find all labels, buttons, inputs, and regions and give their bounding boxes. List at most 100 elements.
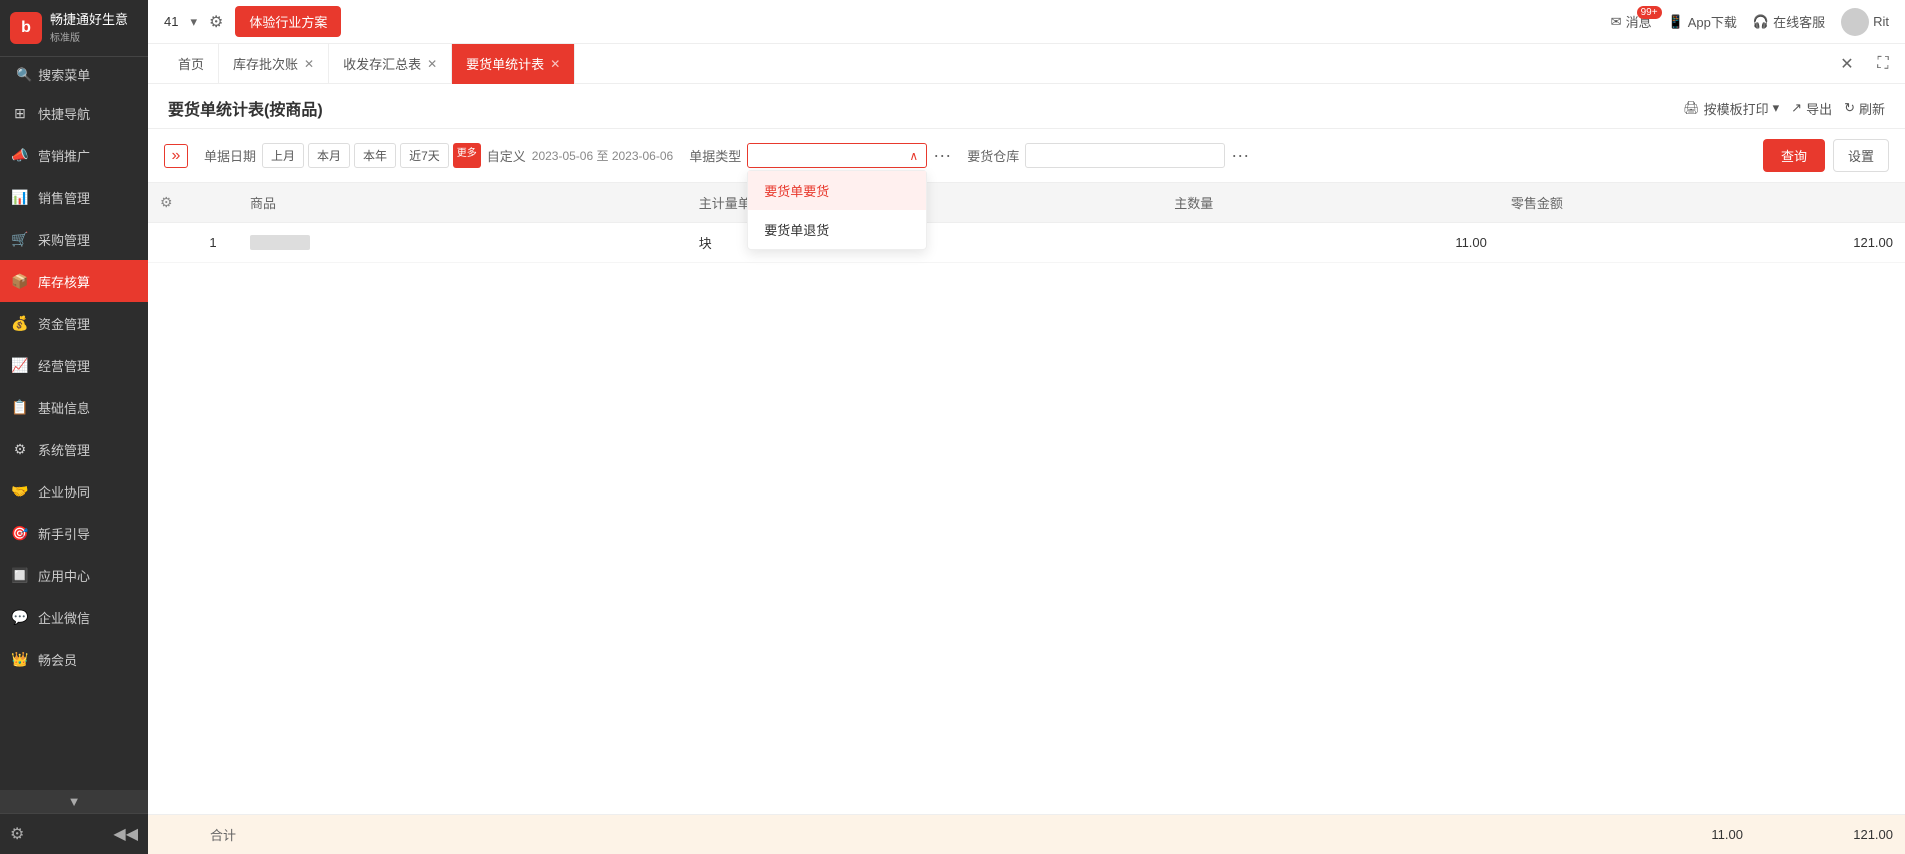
sidebar-scroll-down[interactable]: ▼ bbox=[0, 790, 148, 813]
topbar-dropdown[interactable]: ▾ bbox=[190, 14, 197, 30]
table-row: 1 ██████ 块 11.00 121.00 bbox=[148, 223, 1905, 263]
tab-inventory-batch[interactable]: 库存批次账 ✕ bbox=[219, 44, 329, 84]
tabs-right-actions: ✕ ⛶ bbox=[1833, 50, 1905, 78]
app-logo: b bbox=[10, 12, 42, 44]
search-menu[interactable]: 🔍 搜索菜单 bbox=[0, 57, 148, 92]
tab-receipt-summary[interactable]: 收发存汇总表 ✕ bbox=[329, 44, 452, 84]
app-brand: 畅捷通好生意 标准版 bbox=[50, 12, 128, 44]
sidebar-item-enterprise[interactable]: 🤝 企业协同 bbox=[0, 470, 148, 512]
nav-label: 快捷导航 bbox=[38, 104, 90, 123]
inventory-icon: 📦 bbox=[10, 271, 30, 291]
dropdown-item-label: 要货单要货 bbox=[764, 184, 829, 199]
nav-label: 畅会员 bbox=[38, 650, 77, 669]
sidebar-item-app-center[interactable]: 🔲 应用中心 bbox=[0, 554, 148, 596]
table-settings-gear-icon[interactable]: ⚙ bbox=[160, 194, 173, 210]
type-filter-label: 单据类型 bbox=[689, 146, 741, 165]
date-btn-this-year[interactable]: 本年 bbox=[354, 143, 396, 168]
type-dropdown-arrow-icon: ∧ bbox=[909, 149, 918, 163]
app-download-btn[interactable]: 📱 App下载 bbox=[1668, 12, 1737, 31]
tabs-close-all-icon[interactable]: ✕ bbox=[1833, 50, 1861, 78]
app-download-label: App下载 bbox=[1688, 12, 1737, 31]
date-btn-this-month[interactable]: 本月 bbox=[308, 143, 350, 168]
user-avatar bbox=[1841, 8, 1869, 36]
type-dropdown-wrapper: ∧ 要货单要货 要货单退货 bbox=[747, 143, 927, 168]
export-btn[interactable]: ↗ 导出 bbox=[1791, 99, 1832, 118]
tab-order-stats[interactable]: 要货单统计表 ✕ bbox=[452, 44, 575, 84]
nav-label: 营销推广 bbox=[38, 146, 90, 165]
table-footer: 合计 11.00 121.00 bbox=[148, 814, 1905, 854]
table-area: ⚙ 商品 主计量单位 主数量 零售金额 1 ██████ bbox=[148, 183, 1905, 814]
sidebar-item-sales[interactable]: 📊 销售管理 bbox=[0, 176, 148, 218]
sidebar-item-member[interactable]: 👑 畅会员 bbox=[0, 638, 148, 680]
sidebar-item-operation[interactable]: 📈 经营管理 bbox=[0, 344, 148, 386]
nav-label: 销售管理 bbox=[38, 188, 90, 207]
sidebar-item-wechat[interactable]: 💬 企业微信 bbox=[0, 596, 148, 638]
user-profile[interactable]: Rit bbox=[1841, 8, 1889, 36]
dropdown-item-tuihuo[interactable]: 要货单退货 bbox=[748, 210, 926, 249]
brand-subtitle: 标准版 bbox=[50, 29, 128, 44]
nav-label: 新手引导 bbox=[38, 524, 90, 543]
date-custom-label[interactable]: 自定义 bbox=[487, 146, 526, 165]
th-qty: 主数量 bbox=[1162, 183, 1499, 223]
sidebar-item-inventory[interactable]: 📦 库存核算 bbox=[0, 260, 148, 302]
type-dropdown-menu: 要货单要货 要货单退货 bbox=[747, 170, 927, 250]
tabs-bar: 首页 库存批次账 ✕ 收发存汇总表 ✕ 要货单统计表 ✕ ✕ ⛶ bbox=[148, 44, 1905, 84]
page-area: 要货单统计表(按商品) 🖨 按模板打印 ▾ ↗ 导出 ↻ 刷新 bbox=[148, 84, 1905, 854]
type-select-box[interactable]: ∧ bbox=[747, 143, 927, 168]
row-amount: 121.00 bbox=[1499, 223, 1905, 263]
filter-more-icon[interactable]: ··· bbox=[933, 145, 951, 166]
sidebar-item-finance[interactable]: 💰 资金管理 bbox=[0, 302, 148, 344]
date-btn-7days[interactable]: 近7天 bbox=[400, 143, 449, 168]
print-template-btn[interactable]: 🖨 按模板打印 ▾ bbox=[1683, 99, 1779, 118]
tab-close-icon[interactable]: ✕ bbox=[550, 57, 560, 71]
online-service-btn[interactable]: 🎧 在线客服 bbox=[1753, 12, 1825, 31]
brand-title: 畅捷通好生意 bbox=[50, 12, 128, 29]
message-icon: ✉ bbox=[1611, 14, 1622, 30]
topbar-number: 41 bbox=[164, 14, 178, 29]
dropdown-item-yaohuo[interactable]: 要货单要货 bbox=[748, 171, 926, 210]
sidebar-item-base[interactable]: 📋 基础信息 bbox=[0, 386, 148, 428]
sidebar-item-newbie[interactable]: 🎯 新手引导 bbox=[0, 512, 148, 554]
mobile-icon: 📱 bbox=[1668, 14, 1684, 30]
tabs-expand-icon[interactable]: ⛶ bbox=[1869, 50, 1897, 78]
warehouse-input[interactable] bbox=[1025, 143, 1225, 168]
nav-label: 资金管理 bbox=[38, 314, 90, 333]
date-range-display: 2023-05-06 至 2023-06-06 bbox=[532, 147, 673, 164]
sidebar-item-system[interactable]: ⚙ 系统管理 bbox=[0, 428, 148, 470]
refresh-btn[interactable]: ↻ 刷新 bbox=[1844, 99, 1885, 118]
th-settings[interactable]: ⚙ bbox=[148, 183, 188, 223]
query-btn[interactable]: 查询 bbox=[1763, 139, 1825, 172]
sidebar-item-quick-nav[interactable]: ⊞ 快捷导航 bbox=[0, 92, 148, 134]
date-more-badge[interactable]: 更多 bbox=[453, 143, 481, 168]
notifications-btn[interactable]: ✉ 消息 99+ bbox=[1611, 12, 1652, 31]
wechat-icon: 💬 bbox=[10, 607, 30, 627]
warehouse-label: 要货仓库 bbox=[967, 146, 1019, 165]
topbar-gear-icon[interactable]: ⚙ bbox=[209, 12, 223, 32]
refresh-icon: ↻ bbox=[1844, 100, 1855, 116]
tab-close-icon[interactable]: ✕ bbox=[427, 57, 437, 71]
footer-total-amount: 121.00 bbox=[1743, 827, 1893, 842]
operation-icon: 📈 bbox=[10, 355, 30, 375]
nav-label: 企业协同 bbox=[38, 482, 90, 501]
nav-label: 应用中心 bbox=[38, 566, 90, 585]
sidebar-header: b 畅捷通好生意 标准版 bbox=[0, 0, 148, 57]
sidebar-footer: ⚙ ◀◀ bbox=[0, 813, 148, 854]
page-title: 要货单统计表(按商品) bbox=[168, 96, 323, 120]
base-icon: 📋 bbox=[10, 397, 30, 417]
finance-icon: 💰 bbox=[10, 313, 30, 333]
industry-btn[interactable]: 体验行业方案 bbox=[235, 6, 341, 37]
nav-label: 采购管理 bbox=[38, 230, 90, 249]
filter-settings-btn[interactable]: 设置 bbox=[1833, 139, 1889, 172]
settings-footer-icon[interactable]: ⚙ bbox=[10, 824, 24, 844]
tab-close-icon[interactable]: ✕ bbox=[304, 57, 314, 71]
warehouse-more-icon[interactable]: ··· bbox=[1231, 145, 1249, 166]
nav-label: 基础信息 bbox=[38, 398, 90, 417]
sidebar-item-purchase[interactable]: 🛒 采购管理 bbox=[0, 218, 148, 260]
filter-toggle-btn[interactable]: » bbox=[164, 144, 188, 168]
sidebar-item-marketing[interactable]: 📣 营销推广 bbox=[0, 134, 148, 176]
tab-home[interactable]: 首页 bbox=[164, 44, 219, 84]
nav-label: 企业微信 bbox=[38, 608, 90, 627]
marketing-icon: 📣 bbox=[10, 145, 30, 165]
collapse-sidebar-icon[interactable]: ◀◀ bbox=[113, 824, 138, 844]
date-btn-last-month[interactable]: 上月 bbox=[262, 143, 304, 168]
